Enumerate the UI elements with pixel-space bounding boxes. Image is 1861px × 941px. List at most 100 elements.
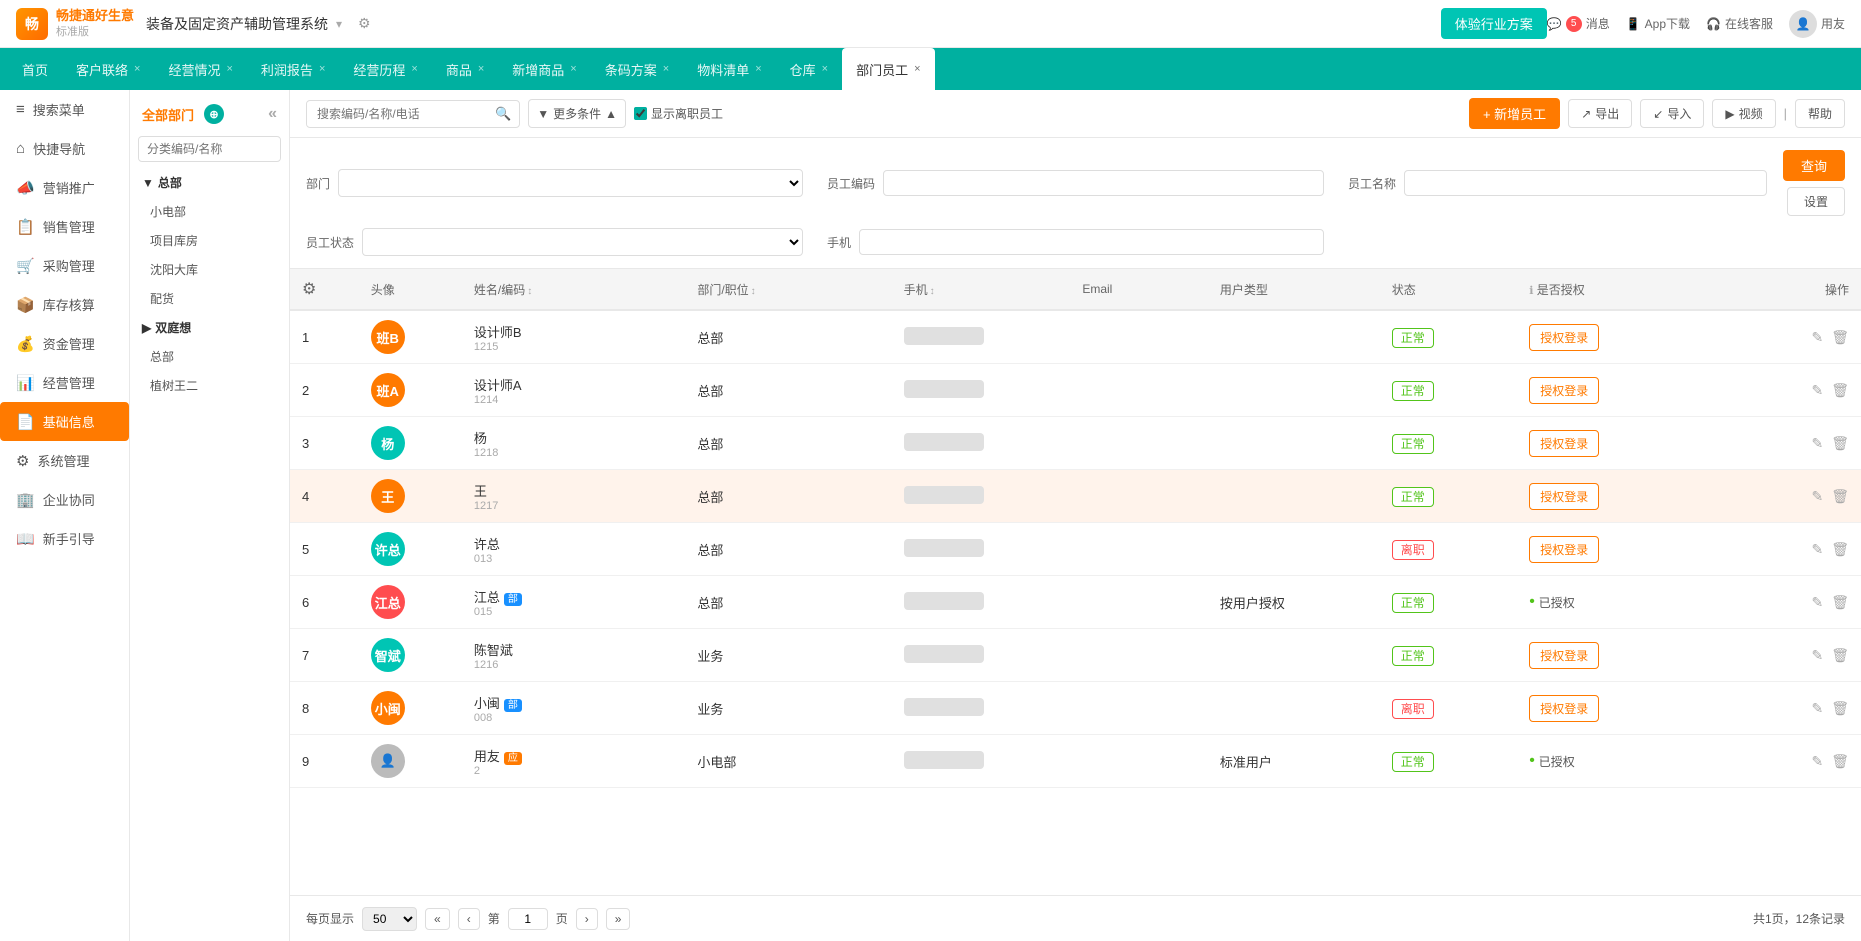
import-btn[interactable]: ↙ 导入: [1640, 99, 1704, 128]
auth-btn[interactable]: 授权登录: [1529, 483, 1599, 510]
user-avatar-btn[interactable]: 👤 用友: [1789, 10, 1845, 38]
col-phone[interactable]: 手机↕: [892, 269, 1071, 310]
table-settings-icon[interactable]: ⚙: [302, 281, 316, 298]
close-tab-icon[interactable]: ×: [755, 63, 761, 75]
sidebar-item-sales[interactable]: 📋销售管理: [0, 207, 129, 246]
collapse-panel-btn[interactable]: «: [268, 105, 277, 123]
auth-btn[interactable]: 授权登录: [1529, 536, 1599, 563]
toolbar-search-icon[interactable]: 🔍: [487, 101, 519, 127]
auth-btn[interactable]: 授权登录: [1529, 642, 1599, 669]
sidebar-item-inventory[interactable]: 📦库存核算: [0, 285, 129, 324]
delete-icon[interactable]: 🗑: [1831, 647, 1849, 664]
delete-icon[interactable]: 🗑: [1831, 329, 1849, 346]
last-page-btn[interactable]: »: [606, 908, 631, 930]
delete-icon[interactable]: 🗑: [1831, 594, 1849, 611]
tree-item-zhishu[interactable]: 植树王二: [130, 371, 289, 400]
settings-icon[interactable]: ⚙: [358, 15, 371, 32]
tree-item-shuangtingxiang[interactable]: ▶ 双庭想: [130, 313, 289, 342]
close-tab-icon[interactable]: ×: [411, 63, 417, 75]
sidebar-item-basic-info[interactable]: 📄基础信息: [0, 402, 129, 441]
next-page-btn[interactable]: ›: [576, 908, 598, 930]
sidebar-item-marketing[interactable]: 📣营销推广: [0, 168, 129, 207]
export-btn[interactable]: ↗ 导出: [1568, 99, 1632, 128]
sidebar-item-quick-nav[interactable]: ⌂快捷导航: [0, 129, 129, 168]
page-input[interactable]: [508, 908, 548, 930]
search-btn[interactable]: 查询: [1783, 150, 1845, 181]
tree-item-zongbu-parent[interactable]: ▼ 总部: [130, 168, 289, 197]
edit-icon[interactable]: ✎: [1811, 435, 1823, 452]
filter-phone-input[interactable]: [859, 229, 1324, 255]
sidebar-item-corp[interactable]: 🏢企业协同: [0, 480, 129, 519]
sidebar-item-purchase[interactable]: 🛒采购管理: [0, 246, 129, 285]
tree-item-xiaodiandu[interactable]: 小电部: [130, 197, 289, 226]
delete-icon[interactable]: 🗑: [1831, 541, 1849, 558]
help-btn[interactable]: 帮助: [1795, 99, 1845, 128]
page-size-select[interactable]: 50 100 200: [362, 907, 417, 931]
col-dept-pos[interactable]: 部门/职位↕: [685, 269, 891, 310]
sidebar-item-system[interactable]: ⚙系统管理: [0, 441, 129, 480]
close-tab-icon[interactable]: ×: [663, 63, 669, 75]
filter-dept-select[interactable]: [338, 169, 803, 197]
close-tab-icon[interactable]: ×: [822, 63, 828, 75]
show-resigned-checkbox-label[interactable]: 显示离职员工: [634, 105, 723, 122]
delete-icon[interactable]: 🗑: [1831, 753, 1849, 770]
tree-item-peihuo[interactable]: 配货: [130, 284, 289, 313]
nav-tab-新增商品[interactable]: 新增商品×: [498, 48, 590, 90]
auth-btn[interactable]: 授权登录: [1529, 324, 1599, 351]
close-tab-icon[interactable]: ×: [570, 63, 576, 75]
edit-icon[interactable]: ✎: [1811, 382, 1823, 399]
show-resigned-checkbox[interactable]: [634, 107, 647, 120]
auth-btn[interactable]: 授权登录: [1529, 430, 1599, 457]
prev-page-btn[interactable]: ‹: [458, 908, 480, 930]
nav-tab-条码方案[interactable]: 条码方案×: [591, 48, 683, 90]
nav-tab-利润报告[interactable]: 利润报告×: [247, 48, 339, 90]
edit-icon[interactable]: ✎: [1811, 488, 1823, 505]
nav-tab-客户联络[interactable]: 客户联络×: [62, 48, 154, 90]
nav-tab-物料清单[interactable]: 物料清单×: [683, 48, 775, 90]
close-tab-icon[interactable]: ×: [134, 63, 140, 75]
edit-icon[interactable]: ✎: [1811, 329, 1823, 346]
online-support-btn[interactable]: 🎧 在线客服: [1706, 15, 1773, 32]
close-tab-icon[interactable]: ×: [319, 63, 325, 75]
close-tab-icon[interactable]: ×: [478, 63, 484, 75]
filter-empname-input[interactable]: [1404, 170, 1767, 196]
auth-btn[interactable]: 授权登录: [1529, 695, 1599, 722]
edit-icon[interactable]: ✎: [1811, 541, 1823, 558]
message-btn[interactable]: 💬 5 消息: [1547, 15, 1610, 32]
nav-tab-部门员工[interactable]: 部门员工×: [842, 48, 934, 90]
nav-tab-仓库[interactable]: 仓库×: [776, 48, 842, 90]
edit-icon[interactable]: ✎: [1811, 594, 1823, 611]
sidebar-item-guide[interactable]: 📖新手引导: [0, 519, 129, 558]
more-conditions-btn[interactable]: ▼ 更多条件 ▲: [528, 99, 626, 128]
sidebar-item-finance[interactable]: 💰资金管理: [0, 324, 129, 363]
edit-icon[interactable]: ✎: [1811, 700, 1823, 717]
nav-tab-商品[interactable]: 商品×: [432, 48, 498, 90]
nav-tab-首页[interactable]: 首页: [8, 48, 62, 90]
delete-icon[interactable]: 🗑: [1831, 382, 1849, 399]
trial-btn[interactable]: 体验行业方案: [1441, 8, 1547, 39]
auth-btn[interactable]: 授权登录: [1529, 377, 1599, 404]
reset-btn[interactable]: 设置: [1787, 187, 1845, 216]
collapse-btn[interactable]: ⊕: [204, 104, 224, 124]
filter-status-select[interactable]: [362, 228, 803, 256]
nav-tab-经营历程[interactable]: 经营历程×: [339, 48, 431, 90]
sidebar-item-search-menu[interactable]: ≡搜索菜单: [0, 90, 129, 129]
search-input[interactable]: [307, 102, 487, 126]
video-btn[interactable]: ▶ 视频: [1712, 99, 1775, 128]
dept-search-input[interactable]: [139, 138, 281, 160]
edit-icon[interactable]: ✎: [1811, 647, 1823, 664]
delete-icon[interactable]: 🗑: [1831, 435, 1849, 452]
edit-icon[interactable]: ✎: [1811, 753, 1823, 770]
tree-item-zongbu-child[interactable]: 总部: [130, 342, 289, 371]
first-page-btn[interactable]: «: [425, 908, 450, 930]
col-name-code[interactable]: 姓名/编码↕: [462, 269, 685, 310]
close-tab-icon[interactable]: ×: [914, 63, 920, 75]
app-download-btn[interactable]: 📱 App下载: [1626, 15, 1690, 32]
tree-item-xiangmuku[interactable]: 项目库房: [130, 226, 289, 255]
sidebar-item-operations[interactable]: 📊经营管理: [0, 363, 129, 402]
close-tab-icon[interactable]: ×: [226, 63, 232, 75]
delete-icon[interactable]: 🗑: [1831, 700, 1849, 717]
add-employee-btn[interactable]: + 新增员工: [1469, 98, 1560, 129]
delete-icon[interactable]: 🗑: [1831, 488, 1849, 505]
nav-tab-经营情况[interactable]: 经营情况×: [154, 48, 246, 90]
